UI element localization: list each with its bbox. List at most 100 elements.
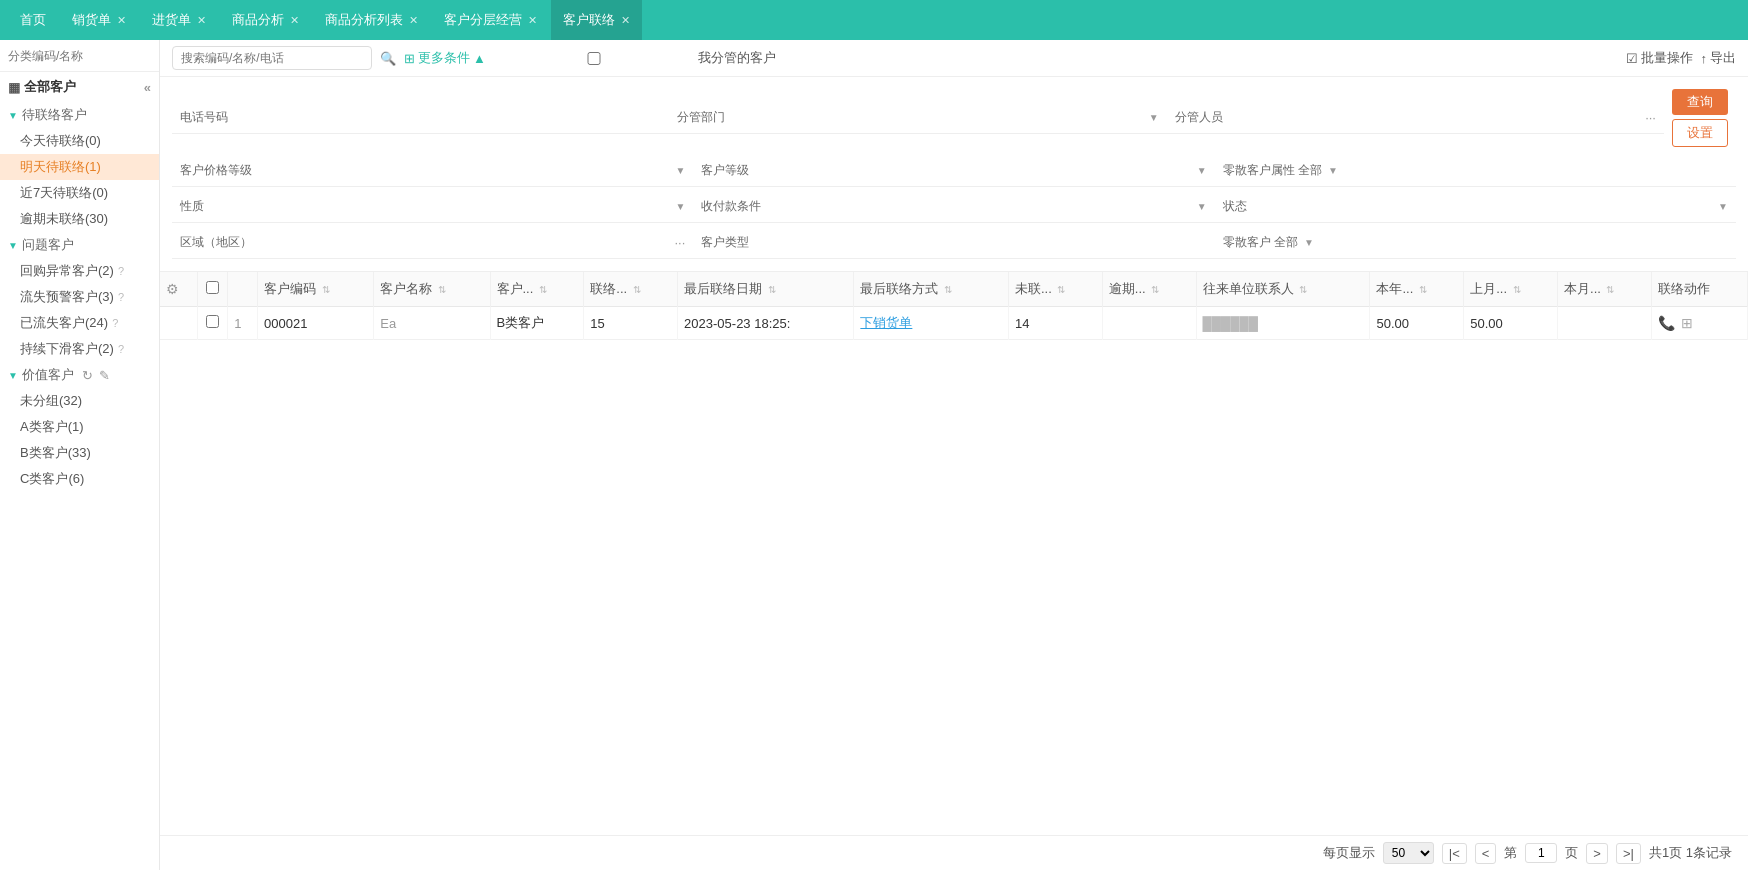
col-gear[interactable]: ⚙	[160, 272, 198, 307]
select-all-checkbox[interactable]	[206, 281, 219, 294]
help-icon-churned[interactable]: ?	[112, 317, 118, 329]
expand-problem-icon[interactable]: ▼	[8, 240, 18, 251]
setting-btn[interactable]: 设置	[1672, 119, 1728, 147]
person-dots-icon[interactable]: ···	[1645, 110, 1656, 125]
nav-sales-order[interactable]: 销货单 ✕	[60, 0, 138, 40]
col-last-contact-date[interactable]: 最后联络日期 ⇅	[678, 272, 854, 307]
col-customer-code[interactable]: 客户编码 ⇅	[258, 272, 374, 307]
sort-last-month-icon[interactable]: ⇅	[1513, 284, 1521, 295]
dept-dropdown-icon[interactable]: ▼	[1149, 112, 1159, 123]
nav-purchase-order[interactable]: 进货单 ✕	[140, 0, 218, 40]
sort-customer-name-icon[interactable]: ⇅	[438, 284, 446, 295]
sort-last-contact-date-icon[interactable]: ⇅	[768, 284, 776, 295]
scatter-customer-dropdown-icon[interactable]: ▼	[1304, 237, 1314, 248]
page-size-select[interactable]: 50 100 200	[1383, 842, 1434, 864]
my-customers-check[interactable]	[494, 52, 694, 65]
sort-customer-type-icon[interactable]: ⇅	[539, 284, 547, 295]
next-page-btn[interactable]: >	[1586, 843, 1608, 864]
customer-type-input[interactable]	[767, 236, 1206, 250]
close-purchase-order-icon[interactable]: ✕	[197, 14, 206, 27]
col-this-month[interactable]: 本月... ⇅	[1558, 272, 1652, 307]
phone-input[interactable]	[246, 111, 661, 125]
refresh-value-icon[interactable]: ↻	[82, 368, 93, 383]
scatter-attr-dropdown-icon[interactable]: ▼	[1328, 165, 1338, 176]
row-checkbox[interactable]	[206, 315, 219, 328]
help-icon-repurchase[interactable]: ?	[118, 265, 124, 277]
close-customer-contact-icon[interactable]: ✕	[621, 14, 630, 27]
sort-this-month-icon[interactable]: ⇅	[1606, 284, 1614, 295]
price-level-input[interactable]	[258, 164, 669, 178]
status-input[interactable]	[1289, 200, 1712, 214]
person-input[interactable]	[1241, 111, 1639, 125]
row-checkbox-cell[interactable]	[198, 307, 228, 340]
status-dropdown-icon[interactable]: ▼	[1718, 201, 1728, 212]
region-dots-icon[interactable]: ···	[674, 235, 685, 250]
dept-input[interactable]	[743, 111, 1142, 125]
batch-op-btn[interactable]: ☑ 批量操作	[1626, 49, 1693, 67]
payment-terms-dropdown-icon[interactable]: ▼	[1197, 201, 1207, 212]
col-last-month[interactable]: 上月... ⇅	[1464, 272, 1558, 307]
sort-customer-code-icon[interactable]: ⇅	[322, 284, 330, 295]
page-input[interactable]	[1525, 843, 1557, 863]
expand-pending-icon[interactable]: ▼	[8, 110, 18, 121]
filter-search-icon[interactable]: 🔍	[380, 51, 396, 66]
search-input[interactable]	[172, 46, 372, 70]
region-input[interactable]	[258, 236, 668, 250]
close-product-analysis-list-icon[interactable]: ✕	[409, 14, 418, 27]
nav-customer-contact[interactable]: 客户联络 ✕	[551, 0, 642, 40]
sort-no-contact-days-icon[interactable]: ⇅	[1057, 284, 1065, 295]
col-customer-type[interactable]: 客户... ⇅	[490, 272, 584, 307]
sidebar-search-input[interactable]	[8, 49, 158, 63]
my-customers-checkbox[interactable]: 我分管的客户	[494, 49, 776, 67]
last-page-btn[interactable]: >|	[1616, 843, 1641, 864]
sidebar-item-repurchase-abnormal[interactable]: 回购异常客户(2) ?	[0, 258, 159, 284]
col-contact-count[interactable]: 联络... ⇅	[584, 272, 678, 307]
col-last-contact-method[interactable]: 最后联络方式 ⇅	[854, 272, 1009, 307]
sidebar-item-today-pending[interactable]: 今天待联络(0)	[0, 128, 159, 154]
sidebar-item-a-class[interactable]: A类客户(1)	[0, 414, 159, 440]
col-this-year[interactable]: 本年... ⇅	[1370, 272, 1464, 307]
sort-overdue-icon[interactable]: ⇅	[1151, 284, 1159, 295]
query-btn[interactable]: 查询	[1672, 89, 1728, 115]
sort-unit-contact-icon[interactable]: ⇅	[1299, 284, 1307, 295]
sidebar-item-7day-pending[interactable]: 近7天待联络(0)	[0, 180, 159, 206]
collapse-sidebar-icon[interactable]: «	[144, 80, 151, 95]
col-customer-name[interactable]: 客户名称 ⇅	[374, 272, 490, 307]
close-product-analysis-icon[interactable]: ✕	[290, 14, 299, 27]
nature-input[interactable]	[246, 200, 669, 214]
col-overdue[interactable]: 逾期... ⇅	[1102, 272, 1196, 307]
last-contact-method-link[interactable]: 下销货单	[860, 315, 912, 330]
row-last-contact-method[interactable]: 下销货单	[854, 307, 1009, 340]
edit-value-icon[interactable]: ✎	[99, 368, 110, 383]
sort-last-contact-method-icon[interactable]: ⇅	[944, 284, 952, 295]
sort-contact-count-icon[interactable]: ⇅	[633, 284, 641, 295]
sidebar-item-c-class[interactable]: C类客户(6)	[0, 466, 159, 492]
col-unit-contact[interactable]: 往来单位联系人 ⇅	[1196, 272, 1370, 307]
nature-dropdown-icon[interactable]: ▼	[675, 201, 685, 212]
sidebar-item-churn-warning[interactable]: 流失预警客户(3) ?	[0, 284, 159, 310]
nav-home[interactable]: 首页	[8, 0, 58, 40]
sidebar-item-ungrouped[interactable]: 未分组(32)	[0, 388, 159, 414]
customer-level-dropdown-icon[interactable]: ▼	[1197, 165, 1207, 176]
more-conditions-btn[interactable]: ⊞ 更多条件 ▲	[404, 49, 486, 67]
help-icon-declining[interactable]: ?	[118, 343, 124, 355]
col-checkbox-header[interactable]	[198, 272, 228, 307]
expand-value-icon[interactable]: ▼	[8, 370, 18, 381]
nav-customer-segmentation[interactable]: 客户分层经营 ✕	[432, 0, 549, 40]
call-action-icon[interactable]: 📞	[1658, 315, 1675, 331]
column-settings-icon[interactable]: ⚙	[166, 281, 179, 297]
sidebar-item-overdue-contact[interactable]: 逾期未联络(30)	[0, 206, 159, 232]
first-page-btn[interactable]: |<	[1442, 843, 1467, 864]
grid-action-icon[interactable]: ⊞	[1681, 315, 1693, 331]
payment-terms-input[interactable]	[767, 200, 1190, 214]
export-btn[interactable]: ↑ 导出	[1701, 49, 1737, 67]
price-level-dropdown-icon[interactable]: ▼	[675, 165, 685, 176]
col-no-contact-days[interactable]: 未联... ⇅	[1008, 272, 1102, 307]
sidebar-item-declining[interactable]: 持续下滑客户(2) ?	[0, 336, 159, 362]
sidebar-item-b-class[interactable]: B类客户(33)	[0, 440, 159, 466]
close-sales-order-icon[interactable]: ✕	[117, 14, 126, 27]
sidebar-item-churned[interactable]: 已流失客户(24) ?	[0, 310, 159, 336]
close-customer-segmentation-icon[interactable]: ✕	[528, 14, 537, 27]
customer-level-input[interactable]	[767, 164, 1190, 178]
help-icon-churn-warning[interactable]: ?	[118, 291, 124, 303]
